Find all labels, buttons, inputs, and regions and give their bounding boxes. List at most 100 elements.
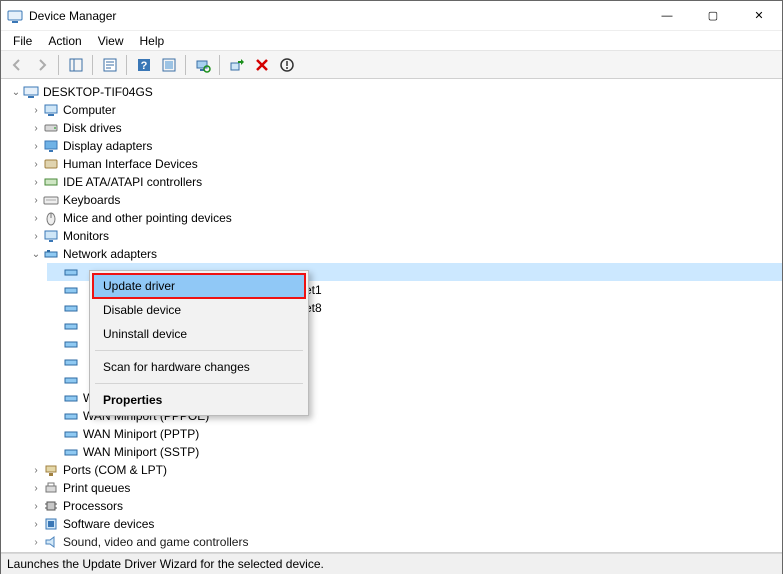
tree-item-label: Sound, video and game controllers — [63, 535, 248, 549]
tree-item-label: Monitors — [63, 229, 109, 243]
chevron-down-icon[interactable]: ⌄ — [29, 247, 43, 261]
context-menu-separator — [95, 350, 303, 351]
menu-file[interactable]: File — [5, 32, 40, 50]
context-menu-item-label: Disable device — [103, 303, 181, 317]
toolbar: ? — [1, 51, 782, 79]
software-icon — [43, 516, 59, 532]
tree-category[interactable]: › Human Interface Devices — [27, 155, 782, 173]
toolbar-separator — [126, 55, 127, 75]
back-button[interactable] — [5, 53, 28, 76]
window-title: Device Manager — [29, 9, 116, 23]
tree-category[interactable]: › Print queues — [27, 479, 782, 497]
tree-item-label: Network adapters — [63, 247, 157, 261]
context-menu-properties[interactable]: Properties — [93, 388, 305, 412]
tree-category[interactable]: › Disk drives — [27, 119, 782, 137]
chevron-right-icon[interactable]: › — [29, 229, 43, 243]
ports-icon — [43, 462, 59, 478]
context-menu-update-driver[interactable]: Update driver — [93, 274, 305, 298]
nic-icon — [63, 264, 79, 280]
keyboard-icon — [43, 192, 59, 208]
display-icon — [43, 138, 59, 154]
hid-icon — [43, 156, 59, 172]
tree-item-network-adapter[interactable]: WAN Miniport (SSTP) — [47, 443, 782, 461]
context-menu-uninstall-device[interactable]: Uninstall device — [93, 322, 305, 346]
maximize-button[interactable]: ▢ — [690, 1, 736, 31]
tree-category[interactable]: › Keyboards — [27, 191, 782, 209]
context-menu-item-label: Uninstall device — [103, 327, 187, 341]
nic-icon — [63, 390, 79, 406]
context-menu-disable-device[interactable]: Disable device — [93, 298, 305, 322]
tree-category[interactable]: › Software devices — [27, 515, 782, 533]
disk-icon — [43, 120, 59, 136]
tree-item-label: WAN Miniport (PPTP) — [83, 427, 199, 441]
context-menu-scan-hardware[interactable]: Scan for hardware changes — [93, 355, 305, 379]
tree-item-label: Mice and other pointing devices — [63, 211, 232, 225]
tree-category[interactable]: › Mice and other pointing devices — [27, 209, 782, 227]
tree-category[interactable]: › Display adapters — [27, 137, 782, 155]
tree-item-label: Computer — [63, 103, 116, 117]
tree-category[interactable]: › Ports (COM & LPT) — [27, 461, 782, 479]
context-menu-item-label: Scan for hardware changes — [103, 360, 250, 374]
chevron-right-icon[interactable]: › — [29, 157, 43, 171]
chevron-right-icon[interactable]: › — [29, 535, 43, 549]
properties-button[interactable] — [98, 53, 121, 76]
chevron-right-icon[interactable]: › — [29, 175, 43, 189]
forward-button[interactable] — [30, 53, 53, 76]
tree-root-label: DESKTOP-TIF04GS — [43, 85, 153, 99]
tree-category[interactable]: › IDE ATA/ATAPI controllers — [27, 173, 782, 191]
menubar: File Action View Help — [1, 31, 782, 51]
action-button[interactable] — [157, 53, 180, 76]
tree-category[interactable]: › Sound, video and game controllers — [27, 533, 782, 551]
close-button[interactable]: ✕ — [736, 1, 782, 31]
tree-item-label: Ports (COM & LPT) — [63, 463, 167, 477]
update-driver-button[interactable] — [225, 53, 248, 76]
tree-item-label: Print queues — [63, 481, 130, 495]
chevron-right-icon[interactable]: › — [29, 517, 43, 531]
nic-icon — [63, 426, 79, 442]
chevron-right-icon[interactable]: › — [29, 499, 43, 513]
sound-icon — [43, 534, 59, 550]
chevron-down-icon[interactable]: ⌄ — [9, 85, 23, 99]
help-button[interactable]: ? — [132, 53, 155, 76]
nic-icon — [63, 282, 79, 298]
tree-category[interactable]: › Processors — [27, 497, 782, 515]
uninstall-device-button[interactable] — [275, 53, 298, 76]
tree-category-network-adapters[interactable]: ⌄ Network adapters — [27, 245, 782, 263]
tree-category[interactable]: › Computer — [27, 101, 782, 119]
chevron-right-icon[interactable]: › — [29, 139, 43, 153]
network-icon — [43, 246, 59, 262]
chevron-right-icon[interactable]: › — [29, 193, 43, 207]
computer-icon — [23, 84, 39, 100]
tree-category[interactable]: › Monitors — [27, 227, 782, 245]
ide-icon — [43, 174, 59, 190]
chevron-right-icon[interactable]: › — [29, 463, 43, 477]
chevron-right-icon[interactable]: › — [29, 103, 43, 117]
menu-help[interactable]: Help — [132, 32, 173, 50]
chevron-right-icon[interactable]: › — [29, 481, 43, 495]
nic-icon — [63, 408, 79, 424]
tree-item-network-adapter[interactable]: WAN Miniport (PPTP) — [47, 425, 782, 443]
computer-icon — [43, 102, 59, 118]
toolbar-separator — [58, 55, 59, 75]
statusbar: Launches the Update Driver Wizard for th… — [1, 553, 782, 574]
nic-icon — [63, 336, 79, 352]
menu-action[interactable]: Action — [40, 32, 89, 50]
minimize-button[interactable]: — — [644, 1, 690, 31]
chevron-right-icon[interactable]: › — [29, 121, 43, 135]
tree-item-label: Disk drives — [63, 121, 122, 135]
nic-icon — [63, 300, 79, 316]
chevron-right-icon[interactable]: › — [29, 211, 43, 225]
show-hide-console-tree-button[interactable] — [64, 53, 87, 76]
context-menu-separator — [95, 383, 303, 384]
disable-device-button[interactable] — [250, 53, 273, 76]
monitor-cat-icon — [43, 228, 59, 244]
scan-hardware-button[interactable] — [191, 53, 214, 76]
context-menu-item-label: Update driver — [103, 279, 175, 293]
tree-root[interactable]: ⌄ DESKTOP-TIF04GS — [7, 83, 782, 101]
tree-item-label: IDE ATA/ATAPI controllers — [63, 175, 202, 189]
nic-icon — [63, 318, 79, 334]
toolbar-separator — [219, 55, 220, 75]
tree-item-label: Display adapters — [63, 139, 152, 153]
tree-item-label: Human Interface Devices — [63, 157, 198, 171]
menu-view[interactable]: View — [90, 32, 132, 50]
